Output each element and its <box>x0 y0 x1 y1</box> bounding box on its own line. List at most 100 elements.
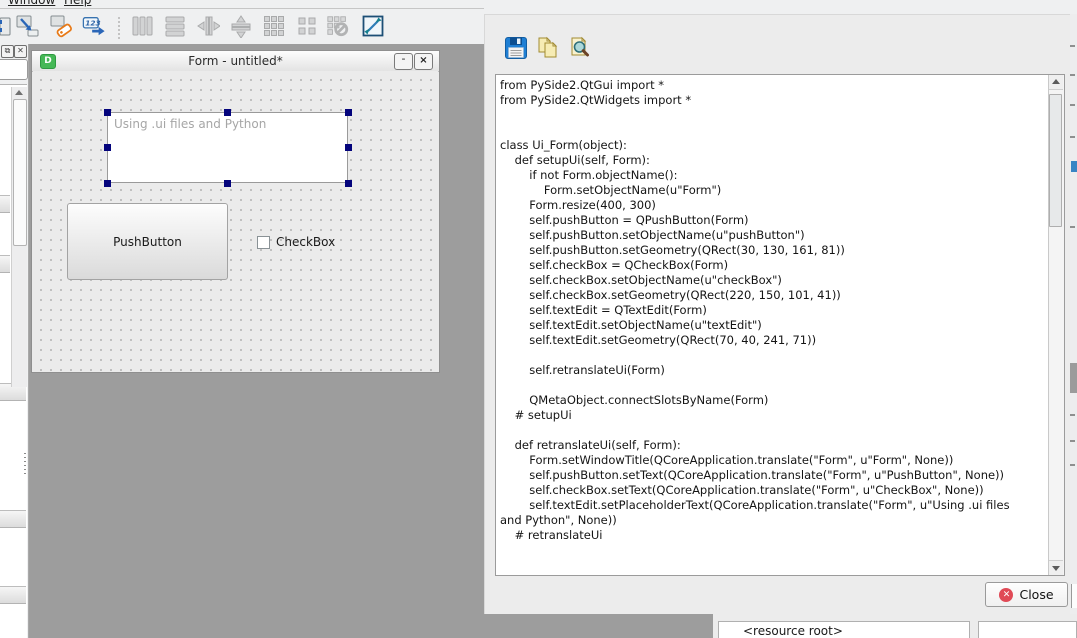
code-line: self.checkBox.setText(QCoreApplication.t… <box>500 483 1047 498</box>
code-line: self.checkBox = QCheckBox(Form) <box>500 258 1047 273</box>
scroll-down-button[interactable] <box>1049 560 1063 575</box>
edit-tab-order-icon[interactable]: 123 <box>82 14 106 38</box>
code-line: self.checkBox.setGeometry(QRect(220, 150… <box>500 288 1047 303</box>
tree-branch-mark <box>1070 464 1075 466</box>
check-box-widget[interactable] <box>257 236 270 249</box>
close-button[interactable]: × <box>414 53 433 70</box>
widget-box-panel: ⧉ ✕ <box>0 44 29 638</box>
resource-root-item[interactable]: <resource root> <box>743 624 843 638</box>
selection-handle-e[interactable] <box>345 144 352 151</box>
tree-branch-mark <box>1070 104 1075 106</box>
code-line: and Python", None)) <box>500 513 1047 528</box>
scrollbar-thumb[interactable] <box>13 99 27 246</box>
scroll-up-button[interactable] <box>1049 75 1063 90</box>
code-preview-dialog: from PySide2.QtGui import *from PySide2.… <box>484 14 1070 614</box>
push-button-widget[interactable]: PushButton <box>67 203 228 280</box>
code-line <box>500 123 1047 138</box>
scrollbar-thumb-sliver[interactable] <box>1070 363 1077 393</box>
push-button-label: PushButton <box>68 235 227 249</box>
tree-branch-mark <box>1070 74 1075 76</box>
find-icon[interactable] <box>568 36 592 60</box>
lay-out-vertical-splitter-icon[interactable] <box>229 14 253 38</box>
main-toolbar: 123 <box>0 8 484 45</box>
code-line: class Ui_Form(object): <box>500 138 1047 153</box>
menu-bar: Window Help <box>0 0 1077 8</box>
close-button-label: Close <box>1019 587 1053 602</box>
edit-widgets-icon[interactable] <box>0 14 12 38</box>
lay-out-form-layout-icon[interactable] <box>295 14 319 38</box>
code-text-area[interactable]: from PySide2.QtGui import *from PySide2.… <box>495 74 1065 576</box>
form-canvas[interactable]: Using .ui files and Python PushButton Ch… <box>33 71 438 371</box>
form-title-bar[interactable]: D Form - untitled* - × <box>32 51 439 72</box>
widget-category-row[interactable] <box>0 586 26 604</box>
check-box-label: CheckBox <box>276 235 335 249</box>
minimize-button[interactable]: - <box>394 53 413 70</box>
tree-branch-mark <box>1070 226 1075 228</box>
dock-float-icon[interactable]: ⧉ <box>1 45 14 58</box>
code-line <box>500 423 1047 438</box>
resource-side-panel[interactable] <box>978 621 1077 638</box>
break-layout-icon[interactable] <box>326 14 350 38</box>
lay-out-horizontally-icon[interactable] <box>130 14 154 38</box>
code-line: def retranslateUi(self, Form): <box>500 438 1047 453</box>
text-edit-placeholder: Using .ui files and Python <box>114 117 266 131</box>
code-scrollbar[interactable] <box>1048 75 1064 575</box>
button-sliver <box>1071 584 1077 608</box>
code-line: QMetaObject.connectSlotsByName(Form) <box>500 393 1047 408</box>
selection-handle-se[interactable] <box>345 180 352 187</box>
edit-signals-slots-icon[interactable] <box>16 14 40 38</box>
menu-window[interactable]: Window <box>8 0 55 7</box>
code-line: # retranslateUi <box>500 528 1047 543</box>
text-edit-widget[interactable]: Using .ui files and Python <box>107 112 348 183</box>
mdi-area-bottom <box>484 614 713 638</box>
selection-handle-s[interactable] <box>224 180 231 187</box>
code-line: self.textEdit = QTextEdit(Form) <box>500 303 1047 318</box>
widget-box-list[interactable] <box>0 84 27 638</box>
scroll-up-icon <box>1052 79 1060 84</box>
selection-handle-ne[interactable] <box>345 109 352 116</box>
save-icon[interactable] <box>504 36 528 60</box>
selection-handle-n[interactable] <box>224 109 231 116</box>
code-line: self.textEdit.setGeometry(QRect(70, 40, … <box>500 333 1047 348</box>
code-line <box>500 378 1047 393</box>
code-line <box>500 108 1047 123</box>
selected-item-sliver[interactable] <box>1071 161 1077 172</box>
dialog-close-button[interactable]: ✕ Close <box>985 582 1068 607</box>
adjust-size-icon[interactable] <box>361 14 385 38</box>
resource-tree-panel[interactable]: <resource root> <box>718 621 970 638</box>
code-line: self.pushButton.setObjectName(u"pushButt… <box>500 228 1047 243</box>
selection-handle-nw[interactable] <box>104 109 111 116</box>
scroll-up-icon[interactable] <box>15 90 23 95</box>
splitter-grip[interactable] <box>24 453 26 477</box>
widget-category-row[interactable] <box>0 255 10 273</box>
code-line: self.textEdit.setPlaceholderText(QCoreAp… <box>500 498 1047 513</box>
selection-handle-w[interactable] <box>104 144 111 151</box>
close-circle-icon: ✕ <box>999 588 1013 602</box>
menu-help[interactable]: Help <box>64 0 91 7</box>
code-text: from PySide2.QtGui import *from PySide2.… <box>500 78 1047 573</box>
code-line: from PySide2.QtGui import * <box>500 78 1047 93</box>
code-line: if not Form.objectName(): <box>500 168 1047 183</box>
code-line: # setupUi <box>500 408 1047 423</box>
qt-designer-window: Window Help 123 <box>0 0 1077 638</box>
code-line: Form.setWindowTitle(QCoreApplication.tra… <box>500 453 1047 468</box>
dock-close-icon[interactable]: ✕ <box>14 45 27 58</box>
scrollbar-thumb[interactable] <box>1049 94 1062 227</box>
code-line: def setupUi(self, Form): <box>500 153 1047 168</box>
code-line: Form.resize(400, 300) <box>500 198 1047 213</box>
right-panel-sliver <box>1070 14 1077 614</box>
selection-handle-sw[interactable] <box>104 180 111 187</box>
widget-category-row[interactable] <box>0 510 26 528</box>
tree-branch-mark <box>1070 440 1075 442</box>
widget-category-row[interactable] <box>0 195 10 213</box>
edit-buddies-icon[interactable] <box>50 14 74 38</box>
lay-out-grid-icon[interactable] <box>262 14 286 38</box>
lay-out-vertically-icon[interactable] <box>163 14 187 38</box>
code-line: self.checkBox.setObjectName(u"checkBox") <box>500 273 1047 288</box>
widget-filter-input[interactable] <box>0 59 28 80</box>
tree-branch-mark <box>1070 45 1075 47</box>
copy-icon[interactable] <box>536 36 560 60</box>
code-line: self.pushButton = QPushButton(Form) <box>500 213 1047 228</box>
lay-out-horizontal-splitter-icon[interactable] <box>196 14 220 38</box>
widget-box-scrollbar[interactable] <box>11 87 27 387</box>
